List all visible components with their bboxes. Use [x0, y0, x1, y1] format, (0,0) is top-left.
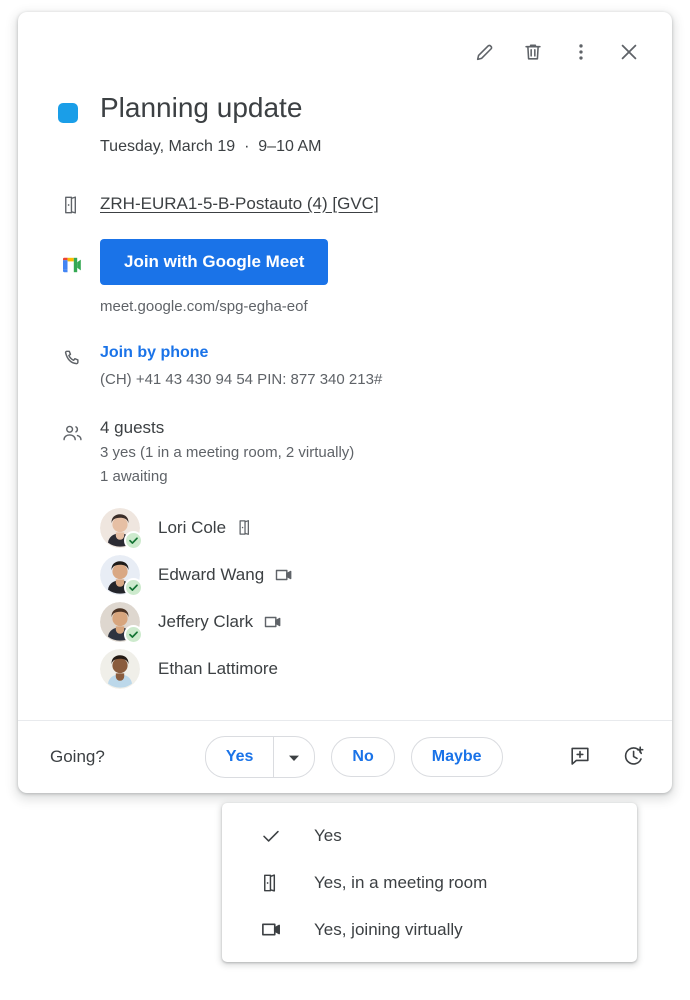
meet-row: Join with Google Meet meet.google.com/sp…	[18, 239, 672, 317]
event-details-card: Planning update Tuesday, March 19 · 9–10…	[18, 12, 672, 793]
guest-name: Jeffery Clark	[158, 612, 254, 631]
yes-split-button[interactable]: Yes	[204, 736, 316, 778]
video-camera-icon	[263, 612, 283, 632]
rsvp-yes-button[interactable]: Yes	[206, 737, 274, 777]
close-icon	[617, 40, 641, 64]
rsvp-extra-actions	[560, 737, 654, 777]
pencil-icon	[474, 41, 496, 63]
guest-count: 4 guests	[100, 418, 165, 437]
add-comment-icon	[568, 744, 592, 771]
phone-row: Join by phone (CH) +41 43 430 94 54 PIN:…	[18, 342, 672, 390]
clock-plus-icon	[622, 744, 646, 771]
card-action-bar	[18, 12, 672, 75]
event-title-row: Planning update Tuesday, March 19 · 9–10…	[18, 75, 672, 158]
rsvp-accepted-badge	[124, 624, 143, 644]
dropdown-menu-item[interactable]: Yes, in a meeting room	[222, 859, 637, 906]
check-icon	[260, 825, 286, 847]
avatar	[100, 648, 140, 689]
card-bottom-spacer	[18, 692, 672, 720]
event-color-chip	[58, 103, 78, 123]
edit-event-button[interactable]	[462, 29, 508, 75]
google-meet-icon	[58, 239, 86, 277]
meeting-room-door-icon	[236, 518, 255, 537]
chevron-down-icon	[288, 750, 300, 765]
guest-name: Edward Wang	[158, 565, 265, 584]
avatar	[100, 554, 143, 597]
guest-list-item[interactable]: Jeffery Clark	[100, 598, 648, 645]
guests-row: 4 guests 3 yes (1 in a meeting room, 2 v…	[18, 416, 672, 692]
rsvp-accepted-badge	[124, 530, 143, 550]
dropdown-menu-item[interactable]: Yes	[222, 812, 637, 859]
add-note-button[interactable]	[560, 737, 600, 777]
guest-list-item[interactable]: Ethan Lattimore	[100, 645, 648, 692]
dropdown-menu-item-label: Yes, in a meeting room	[314, 873, 488, 892]
meeting-room-door-icon	[260, 872, 286, 894]
guest-summary-yes: 3 yes (1 in a meeting room, 2 virtually)	[100, 444, 355, 461]
join-google-meet-button[interactable]: Join with Google Meet	[100, 239, 329, 285]
avatar-image	[100, 648, 140, 689]
add-time-button[interactable]	[614, 737, 654, 777]
avatar	[100, 601, 143, 644]
event-datetime: Tuesday, March 19 · 9–10 AM	[100, 138, 322, 155]
delete-event-button[interactable]	[510, 29, 556, 75]
people-icon	[58, 416, 86, 445]
guest-list-item[interactable]: Edward Wang	[100, 551, 648, 598]
meeting-room-door-icon	[58, 192, 86, 216]
join-by-phone-link[interactable]: Join by phone	[100, 342, 648, 364]
yes-dropdown-toggle[interactable]	[274, 737, 314, 777]
close-button[interactable]	[606, 29, 652, 75]
meet-url: meet.google.com/spg-egha-eof	[100, 298, 308, 315]
going-label: Going?	[50, 747, 105, 766]
location-row: ZRH-EURA1-5-B-Postauto (4) [GVC]	[18, 192, 672, 216]
guest-name: Ethan Lattimore	[158, 659, 279, 678]
video-camera-icon	[260, 918, 286, 941]
guest-summary-awaiting: 1 awaiting	[100, 468, 168, 485]
rsvp-button-group: Yes No Maybe	[204, 736, 503, 778]
rsvp-maybe-button[interactable]: Maybe	[410, 737, 503, 777]
three-dot-menu-icon	[570, 41, 592, 63]
rsvp-yes-dropdown-menu: Yes Yes, in a meeting room Yes, joining vi…	[222, 803, 637, 962]
event-title: Planning update	[100, 92, 303, 123]
dropdown-menu-item-label: Yes	[314, 826, 342, 845]
rsvp-accepted-badge	[124, 577, 143, 597]
phone-number-details: (CH) +41 43 430 94 54 PIN: 877 340 213#	[100, 371, 383, 388]
guest-name: Lori Cole	[158, 518, 227, 537]
more-options-button[interactable]	[558, 29, 604, 75]
avatar	[100, 507, 143, 550]
trash-icon	[522, 41, 544, 63]
location-link[interactable]: ZRH-EURA1-5-B-Postauto (4) [GVC]	[100, 192, 379, 216]
video-camera-icon	[274, 565, 294, 585]
guest-list: Lori Cole Edward Wang Jeffery Clark Ethan L…	[100, 504, 648, 692]
phone-icon	[58, 342, 86, 370]
rsvp-bar: Going? Yes No Maybe	[18, 720, 672, 793]
dropdown-menu-item-label: Yes, joining virtually	[314, 920, 463, 939]
rsvp-no-button[interactable]: No	[331, 737, 395, 777]
guest-list-item[interactable]: Lori Cole	[100, 504, 648, 551]
dropdown-menu-item[interactable]: Yes, joining virtually	[222, 906, 637, 953]
